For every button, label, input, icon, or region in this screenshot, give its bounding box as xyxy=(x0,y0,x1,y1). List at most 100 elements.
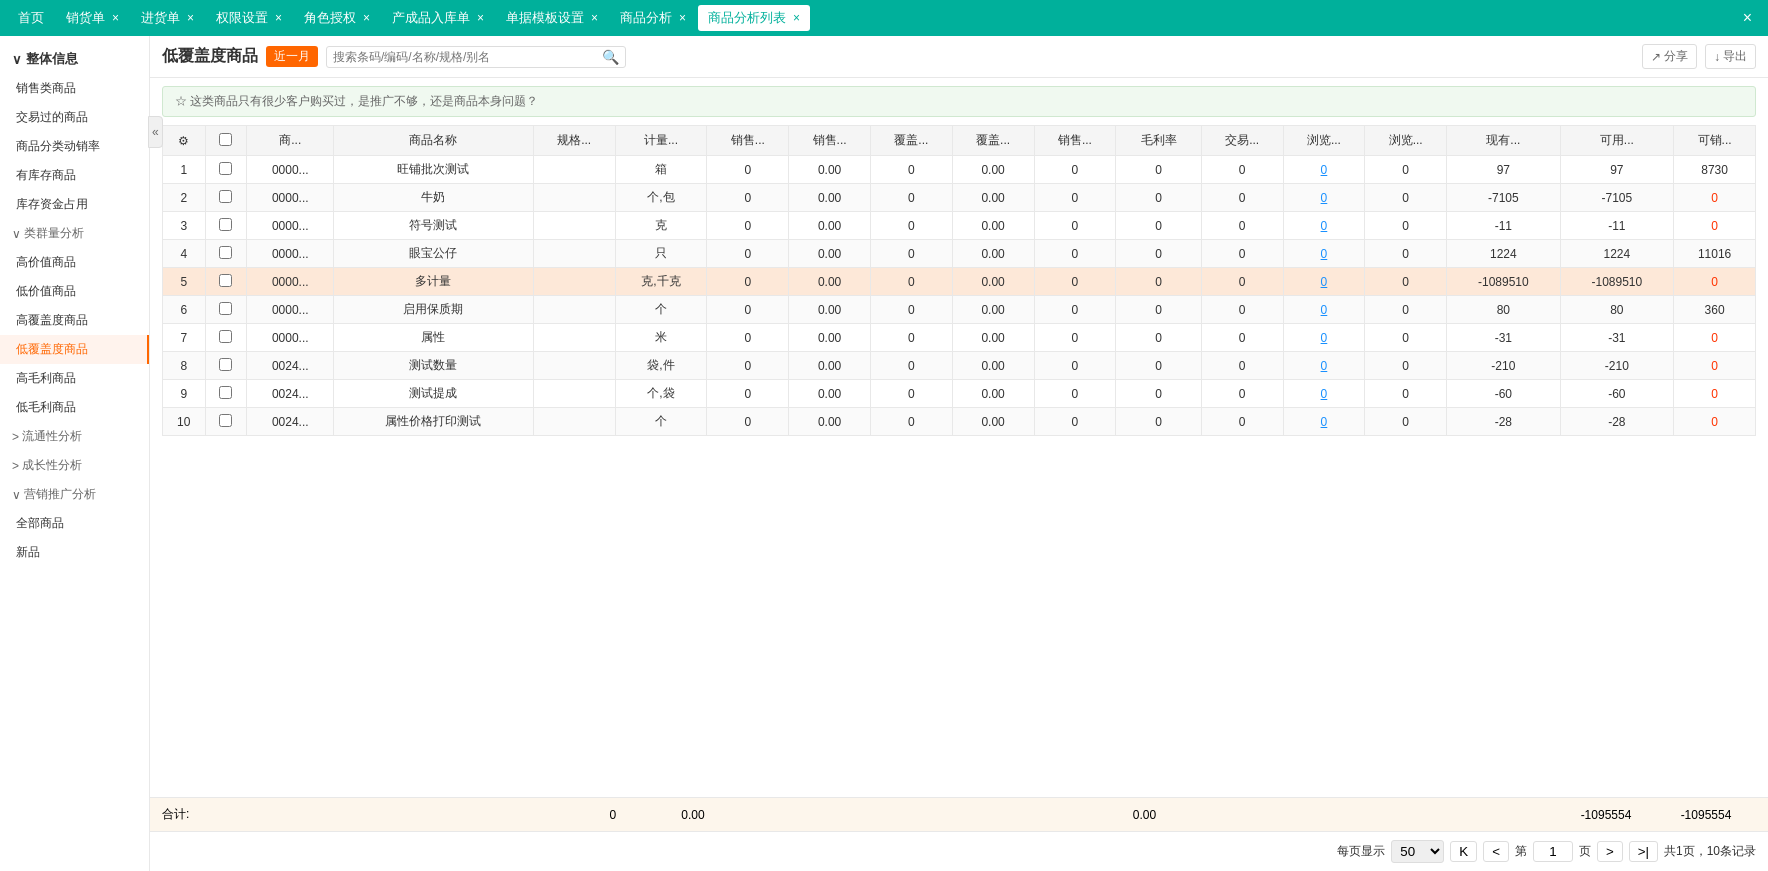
col-header-sales_amt[interactable]: 销售... xyxy=(789,126,871,156)
row-checkbox[interactable] xyxy=(219,218,232,231)
sidebar-section-整体信息[interactable]: ∨整体信息 xyxy=(0,44,149,74)
col-header-current_stock[interactable]: 现有... xyxy=(1447,126,1561,156)
col-header-margin[interactable]: 毛利率 xyxy=(1116,126,1202,156)
col-header-code[interactable]: 商... xyxy=(247,126,334,156)
share-button[interactable]: ↗ 分享 xyxy=(1642,44,1697,69)
row-current: -7105 xyxy=(1447,184,1561,212)
sidebar-item-库存资金占用[interactable]: 库存资金占用 xyxy=(0,190,149,219)
row-checkbox[interactable] xyxy=(219,302,232,315)
nav-close-icon[interactable]: × xyxy=(477,11,484,25)
col-header-spec[interactable]: 规格... xyxy=(533,126,615,156)
nav-item-权限设置[interactable]: 权限设置× xyxy=(206,5,292,31)
sidebar-section-类群量分析[interactable]: ∨类群量分析 xyxy=(0,219,149,248)
browse-link[interactable]: 0 xyxy=(1321,303,1328,317)
col-header-unit[interactable]: 计量... xyxy=(615,126,707,156)
table-container[interactable]: ⚙商...商品名称规格...计量...销售...销售...覆盖...覆盖...销… xyxy=(150,125,1768,797)
search-icon[interactable]: 🔍 xyxy=(602,49,619,65)
col-header-name[interactable]: 商品名称 xyxy=(334,126,534,156)
sidebar-item-高覆盖度商品[interactable]: 高覆盖度商品 xyxy=(0,306,149,335)
browse-link[interactable]: 0 xyxy=(1321,275,1328,289)
sidebar-item-低毛利商品[interactable]: 低毛利商品 xyxy=(0,393,149,422)
col-header-coverage1[interactable]: 覆盖... xyxy=(870,126,952,156)
col-header-sales3[interactable]: 销售... xyxy=(1034,126,1116,156)
col-header-coverage2[interactable]: 覆盖... xyxy=(952,126,1034,156)
nav-close-icon[interactable]: × xyxy=(679,11,686,25)
row-margin: 0 xyxy=(1116,184,1202,212)
prev-page-btn[interactable]: < xyxy=(1483,841,1509,862)
browse-link[interactable]: 0 xyxy=(1321,247,1328,261)
row-checkbox-cell xyxy=(205,352,247,380)
next-page-btn[interactable]: > xyxy=(1597,841,1623,862)
export-button[interactable]: ↓ 导出 xyxy=(1705,44,1756,69)
sidebar-item-销售类商品[interactable]: 销售类商品 xyxy=(0,74,149,103)
row-unit: 袋,件 xyxy=(615,352,707,380)
page-size-select[interactable]: 2050100 xyxy=(1391,840,1444,863)
nav-item-商品分析[interactable]: 商品分析× xyxy=(610,5,696,31)
nav-close-icon[interactable]: × xyxy=(591,11,598,25)
last-page-btn[interactable]: >| xyxy=(1629,841,1658,862)
nav-close-icon[interactable]: × xyxy=(187,11,194,25)
time-filter-btn[interactable]: 近一月 xyxy=(266,46,318,67)
nav-close-icon[interactable]: × xyxy=(363,11,370,25)
row-checkbox[interactable] xyxy=(219,386,232,399)
sidebar-toggle-btn[interactable]: « xyxy=(148,116,163,148)
page-number-input[interactable] xyxy=(1533,841,1573,862)
row-checkbox[interactable] xyxy=(219,358,232,371)
browse-link[interactable]: 0 xyxy=(1321,359,1328,373)
sidebar-item-低价值商品[interactable]: 低价值商品 xyxy=(0,277,149,306)
col-header-saleable[interactable]: 可销... xyxy=(1674,126,1756,156)
nav-close-icon[interactable]: × xyxy=(793,11,800,25)
col-header-browse1[interactable]: 浏览... xyxy=(1283,126,1365,156)
sidebar-item-高毛利商品[interactable]: 高毛利商品 xyxy=(0,364,149,393)
sidebar-section-流通性分析[interactable]: >流通性分析 xyxy=(0,422,149,451)
browse-link[interactable]: 0 xyxy=(1321,387,1328,401)
col-header-settings[interactable]: ⚙ xyxy=(163,126,206,156)
browse-link[interactable]: 0 xyxy=(1321,191,1328,205)
page-word: 第 xyxy=(1515,843,1527,860)
select-all-checkbox[interactable] xyxy=(219,133,232,146)
nav-item-角色授权[interactable]: 角色授权× xyxy=(294,5,380,31)
col-header-sales_qty[interactable]: 销售... xyxy=(707,126,789,156)
col-header-trade[interactable]: 交易... xyxy=(1201,126,1283,156)
sidebar-item-高价值商品[interactable]: 高价值商品 xyxy=(0,248,149,277)
browse-link[interactable]: 0 xyxy=(1321,219,1328,233)
close-window-icon[interactable]: × xyxy=(1735,7,1760,29)
sidebar-item-全部商品[interactable]: 全部商品 xyxy=(0,509,149,538)
search-input[interactable] xyxy=(333,50,598,64)
data-table: ⚙商...商品名称规格...计量...销售...销售...覆盖...覆盖...销… xyxy=(162,125,1756,436)
sidebar-item-有库存商品[interactable]: 有库存商品 xyxy=(0,161,149,190)
nav-item-商品分析列表[interactable]: 商品分析列表× xyxy=(698,5,810,31)
nav-item-首页[interactable]: 首页 xyxy=(8,5,54,31)
sidebar-item-新品[interactable]: 新品 xyxy=(0,538,149,567)
sidebar-item-交易过的商品[interactable]: 交易过的商品 xyxy=(0,103,149,132)
browse-link[interactable]: 0 xyxy=(1321,331,1328,345)
col-header-checkbox[interactable] xyxy=(205,126,247,156)
row-checkbox[interactable] xyxy=(219,274,232,287)
nav-close-icon[interactable]: × xyxy=(112,11,119,25)
nav-item-产成品入库单[interactable]: 产成品入库单× xyxy=(382,5,494,31)
nav-close-icon[interactable]: × xyxy=(275,11,282,25)
row-checkbox[interactable] xyxy=(219,414,232,427)
row-browse2: 0 xyxy=(1365,212,1447,240)
sidebar-item-商品分类动销率[interactable]: 商品分类动销率 xyxy=(0,132,149,161)
share-icon: ↗ xyxy=(1651,50,1661,64)
row-checkbox[interactable] xyxy=(219,162,232,175)
header-actions: ↗ 分享 ↓ 导出 xyxy=(1642,44,1756,69)
row-checkbox[interactable] xyxy=(219,190,232,203)
sidebar-section-成长性分析[interactable]: >成长性分析 xyxy=(0,451,149,480)
nav-item-销货单[interactable]: 销货单× xyxy=(56,5,129,31)
first-page-btn[interactable]: K xyxy=(1450,841,1477,862)
sidebar-section-营销推广分析[interactable]: ∨营销推广分析 xyxy=(0,480,149,509)
col-header-available_stock[interactable]: 可用... xyxy=(1560,126,1674,156)
browse-link[interactable]: 0 xyxy=(1321,415,1328,429)
col-header-browse2[interactable]: 浏览... xyxy=(1365,126,1447,156)
row-checkbox[interactable] xyxy=(219,246,232,259)
col-sort-saleable: 可销... xyxy=(1698,133,1732,147)
row-checkbox[interactable] xyxy=(219,330,232,343)
row-code: 0000... xyxy=(247,156,334,184)
row-trade: 0 xyxy=(1201,352,1283,380)
sidebar-item-低覆盖度商品[interactable]: 低覆盖度商品 xyxy=(0,335,149,364)
nav-item-进货单[interactable]: 进货单× xyxy=(131,5,204,31)
browse-link[interactable]: 0 xyxy=(1321,163,1328,177)
nav-item-单据模板设置[interactable]: 单据模板设置× xyxy=(496,5,608,31)
